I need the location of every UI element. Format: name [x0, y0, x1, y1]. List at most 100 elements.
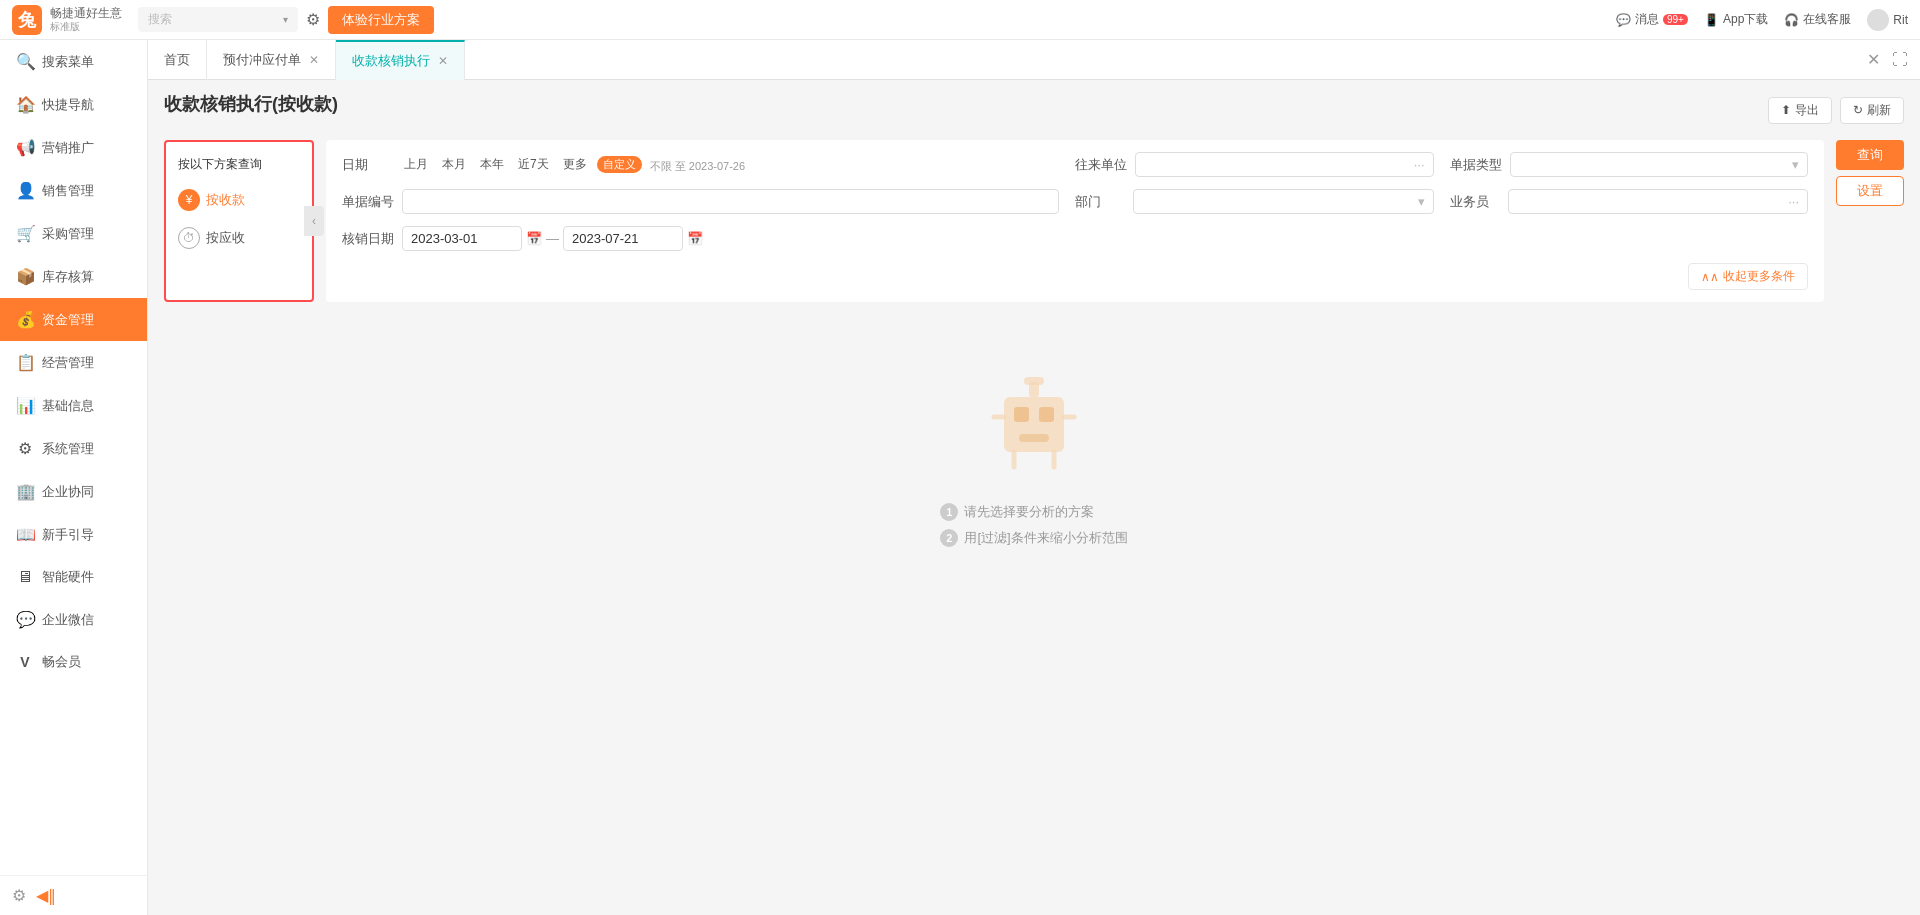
- receipt-option-icon: ¥: [178, 189, 200, 211]
- app-icon: 📱: [1704, 13, 1719, 27]
- sidebar-item-enterprise[interactable]: 🏢 企业协同: [0, 470, 147, 513]
- date-label: 日期: [342, 156, 392, 174]
- sidebar-item-system[interactable]: ⚙ 系统管理: [0, 427, 147, 470]
- sidebar: 🔍 搜索菜单 🏠 快捷导航 📢 营销推广 👤 销售管理 🛒 采购管理 📦 库存核…: [0, 40, 148, 915]
- message-badge: 99+: [1663, 14, 1688, 25]
- query-area: 日期 上月 本月 本年 近7天 更多 自定义: [326, 140, 1904, 302]
- page-content: 收款核销执行(按收款) ⬆ 导出 ↻ 刷新 按以下方案查询: [148, 80, 1920, 915]
- sidebar-item-quick-nav[interactable]: 🏠 快捷导航: [0, 83, 147, 126]
- date-btn-more[interactable]: 更多: [559, 154, 591, 175]
- sidebar-collapse-icon[interactable]: ◀‖: [36, 886, 56, 905]
- sidebar-bottom: ⚙ ◀‖: [0, 875, 147, 915]
- tab-receipt-verify[interactable]: 收款核销执行 ✕: [336, 40, 465, 80]
- doc-type-label: 单据类型: [1450, 156, 1502, 174]
- empty-state: 1 请先选择要分析的方案 2 用[过滤]条件来缩小分析范围: [164, 302, 1904, 607]
- tab-receipt-verify-close-icon[interactable]: ✕: [438, 54, 448, 68]
- sidebar-item-biz[interactable]: 📋 经营管理: [0, 341, 147, 384]
- search-placeholder: 搜索: [148, 11, 172, 28]
- filter-sidebar-collapse-icon[interactable]: ‹: [304, 206, 324, 236]
- staff-select[interactable]: ···: [1508, 189, 1809, 214]
- date-btn-7days[interactable]: 近7天: [514, 154, 553, 175]
- sidebar-item-marketing[interactable]: 📢 营销推广: [0, 126, 147, 169]
- verify-date-field: 核销日期 📅 — 📅: [342, 226, 1067, 251]
- doc-type-field: 单据类型 ▾: [1450, 152, 1809, 177]
- doc-no-label: 单据编号: [342, 193, 394, 211]
- refresh-icon: ↻: [1853, 103, 1863, 117]
- date-field: 日期 上月 本月 本年 近7天 更多 自定义: [342, 154, 1059, 175]
- sidebar-settings-icon[interactable]: ⚙: [12, 886, 26, 905]
- capital-icon: 💰: [16, 310, 34, 329]
- filter-form: 日期 上月 本月 本年 近7天 更多 自定义: [326, 140, 1824, 302]
- sidebar-item-smart-hw[interactable]: 🖥 智能硬件: [0, 556, 147, 598]
- app-logo: 兔: [12, 5, 42, 35]
- query-button[interactable]: 查询: [1836, 140, 1904, 170]
- tab-prepay[interactable]: 预付冲应付单 ✕: [207, 40, 336, 80]
- tab-close-all-icon[interactable]: ✕: [1863, 46, 1884, 73]
- avatar: [1867, 9, 1889, 31]
- app-download-button[interactable]: 📱 App下载: [1704, 11, 1768, 28]
- sidebar-item-capital[interactable]: 💰 资金管理: [0, 298, 147, 341]
- verify-date-start-input[interactable]: [402, 226, 522, 251]
- sidebar-item-search-menu[interactable]: 🔍 搜索菜单: [0, 40, 147, 83]
- message-button[interactable]: 💬 消息 99+: [1616, 11, 1688, 28]
- export-button[interactable]: ⬆ 导出: [1768, 97, 1832, 124]
- date-btn-this-month[interactable]: 本月: [438, 154, 470, 175]
- filter-option-by-receivable[interactable]: ⏱ 按应收: [166, 219, 312, 257]
- industry-solution-button[interactable]: 体验行业方案: [328, 6, 434, 34]
- wechat-icon: 💬: [16, 610, 34, 629]
- refresh-button[interactable]: ↻ 刷新: [1840, 97, 1904, 124]
- empty-hints: 1 请先选择要分析的方案 2 用[过滤]条件来缩小分析范围: [940, 503, 1127, 547]
- svg-rect-3: [1019, 434, 1049, 442]
- date-custom-badge[interactable]: 自定义: [597, 156, 642, 173]
- inventory-icon: 📦: [16, 267, 34, 286]
- sidebar-item-inventory[interactable]: 📦 库存核算: [0, 255, 147, 298]
- app-edition: 标准版: [50, 21, 122, 33]
- empty-illustration: [974, 362, 1094, 491]
- tab-prepay-close-icon[interactable]: ✕: [309, 53, 319, 67]
- sidebar-item-wechat-biz[interactable]: 💬 企业微信: [0, 598, 147, 641]
- verify-date-end-calendar-icon[interactable]: 📅: [687, 231, 703, 246]
- collapse-more-button[interactable]: ∧∧ 收起更多条件: [1688, 263, 1808, 290]
- settings-gear-icon[interactable]: ⚙: [306, 10, 320, 29]
- filter-row-3: 核销日期 📅 — 📅: [342, 226, 1808, 251]
- date-btn-last-month[interactable]: 上月: [400, 154, 432, 175]
- empty-hint-1: 1 请先选择要分析的方案: [940, 503, 1127, 521]
- counterparty-select[interactable]: ···: [1135, 152, 1434, 177]
- sidebar-item-purchase[interactable]: 🛒 采购管理: [0, 212, 147, 255]
- page-title: 收款核销执行(按收款): [164, 92, 338, 116]
- staff-field: 业务员 ···: [1450, 189, 1809, 214]
- svg-rect-0: [1004, 397, 1064, 452]
- filter-option-by-receipt[interactable]: ¥ 按收款: [166, 181, 312, 219]
- search-chevron-icon: ▾: [283, 14, 288, 25]
- message-icon: 💬: [1616, 13, 1631, 27]
- tab-home[interactable]: 首页: [148, 40, 207, 80]
- search-bar[interactable]: 搜索 ▾: [138, 7, 298, 32]
- search-btn-group: 查询 设置: [1836, 140, 1904, 206]
- counterparty-label: 往来单位: [1075, 156, 1127, 174]
- app-brand: 畅捷通好生意: [50, 6, 122, 20]
- content-area: 首页 预付冲应付单 ✕ 收款核销执行 ✕ ✕ ⛶ 收款核销执行(按收款): [148, 40, 1920, 915]
- doc-type-chevron-icon: ▾: [1792, 157, 1799, 172]
- export-icon: ⬆: [1781, 103, 1791, 117]
- search-icon: 🔍: [16, 52, 34, 71]
- tab-expand-icon[interactable]: ⛶: [1888, 47, 1912, 73]
- sidebar-item-basic-info[interactable]: 📊 基础信息: [0, 384, 147, 427]
- user-profile-button[interactable]: Rit: [1867, 9, 1908, 31]
- date-quick-group: 上月 本月 本年 近7天 更多 自定义: [400, 154, 642, 175]
- dept-select[interactable]: ▾: [1133, 189, 1434, 214]
- date-btn-this-year[interactable]: 本年: [476, 154, 508, 175]
- sidebar-item-vip[interactable]: V 畅会员: [0, 641, 147, 683]
- receivable-option-icon: ⏱: [178, 227, 200, 249]
- sidebar-item-sales[interactable]: 👤 销售管理: [0, 169, 147, 212]
- smart-hw-icon: 🖥: [16, 568, 34, 586]
- counterparty-more-icon: ···: [1414, 157, 1425, 172]
- settings-button[interactable]: 设置: [1836, 176, 1904, 206]
- sidebar-item-beginner[interactable]: 📖 新手引导: [0, 513, 147, 556]
- online-service-button[interactable]: 🎧 在线客服: [1784, 11, 1851, 28]
- doc-no-input[interactable]: [402, 189, 1059, 214]
- marketing-icon: 📢: [16, 138, 34, 157]
- doc-type-select[interactable]: ▾: [1510, 152, 1809, 177]
- main-layout: 🔍 搜索菜单 🏠 快捷导航 📢 营销推广 👤 销售管理 🛒 采购管理 📦 库存核…: [0, 40, 1920, 915]
- verify-date-start-calendar-icon[interactable]: 📅: [526, 231, 542, 246]
- verify-date-end-input[interactable]: [563, 226, 683, 251]
